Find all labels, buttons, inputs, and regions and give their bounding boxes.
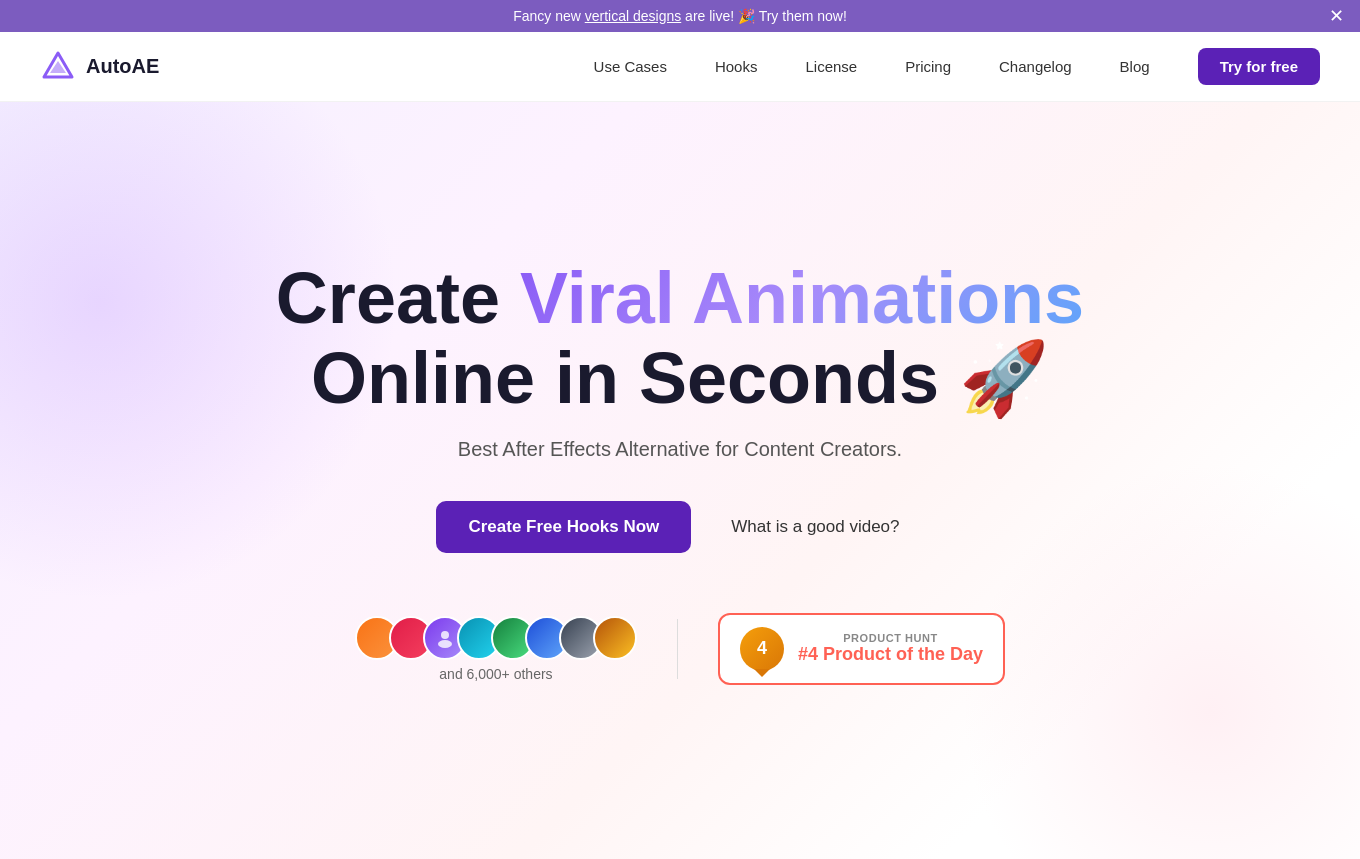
nav-link-pricing[interactable]: Pricing [885,50,971,83]
logo-text: AutoAE [86,55,159,78]
announcement-banner: Fancy new vertical designs are live! 🎉 T… [0,0,1360,32]
nav-link-changelog[interactable]: Changelog [979,50,1092,83]
create-hooks-button[interactable]: Create Free Hooks Now [436,501,691,553]
ph-text-group: PRODUCT HUNT #4 Product of the Day [798,632,983,665]
ph-medal: 4 [740,627,784,671]
navbar: AutoAE Use Cases Hooks License Pricing C… [0,32,1360,102]
good-video-button[interactable]: What is a good video? [707,501,923,553]
product-hunt-badge[interactable]: 4 PRODUCT HUNT #4 Product of the Day [718,613,1005,685]
hero-subtitle: Best After Effects Alternative for Conte… [458,438,902,461]
ph-label: PRODUCT HUNT [798,632,983,644]
hero-title-plain: Create [276,258,520,338]
announcement-prefix: Fancy new [513,8,585,24]
nav-link-use-cases[interactable]: Use Cases [574,50,687,83]
announcement-text: Fancy new vertical designs are live! 🎉 T… [513,8,847,24]
nav-links: Use Cases Hooks License Pricing Changelo… [574,58,1320,76]
avatars-group [355,616,637,660]
ph-rank: #4 Product of the Day [798,644,983,665]
announcement-link[interactable]: vertical designs [585,8,682,24]
svg-point-2 [441,631,449,639]
ph-medal-number: 4 [757,638,767,659]
hero-buttons: Create Free Hooks Now What is a good vid… [436,501,923,553]
avatar-8 [593,616,637,660]
social-count-text: and 6,000+ others [439,666,552,682]
hero-title-line2: Online in Seconds 🚀 [311,338,1049,418]
svg-point-3 [438,640,452,648]
hero-title: Create Viral Animations Online in Second… [276,259,1084,417]
announcement-close-button[interactable]: ✕ [1329,7,1344,25]
try-for-free-button[interactable]: Try for free [1198,48,1320,85]
social-proof-divider [677,619,678,679]
nav-link-blog[interactable]: Blog [1100,50,1170,83]
logo[interactable]: AutoAE [40,49,159,85]
nav-link-hooks[interactable]: Hooks [695,50,778,83]
announcement-suffix: are live! 🎉 Try them now! [681,8,847,24]
hero-section: Create Viral Animations Online in Second… [0,102,1360,859]
avatars-section: and 6,000+ others [355,616,637,682]
logo-icon [40,49,76,85]
avatar-icon-3 [434,627,456,649]
nav-link-license[interactable]: License [785,50,877,83]
hero-title-gradient: Viral Animations [520,258,1084,338]
social-proof: and 6,000+ others 4 PRODUCT HUNT #4 Prod… [355,613,1005,685]
